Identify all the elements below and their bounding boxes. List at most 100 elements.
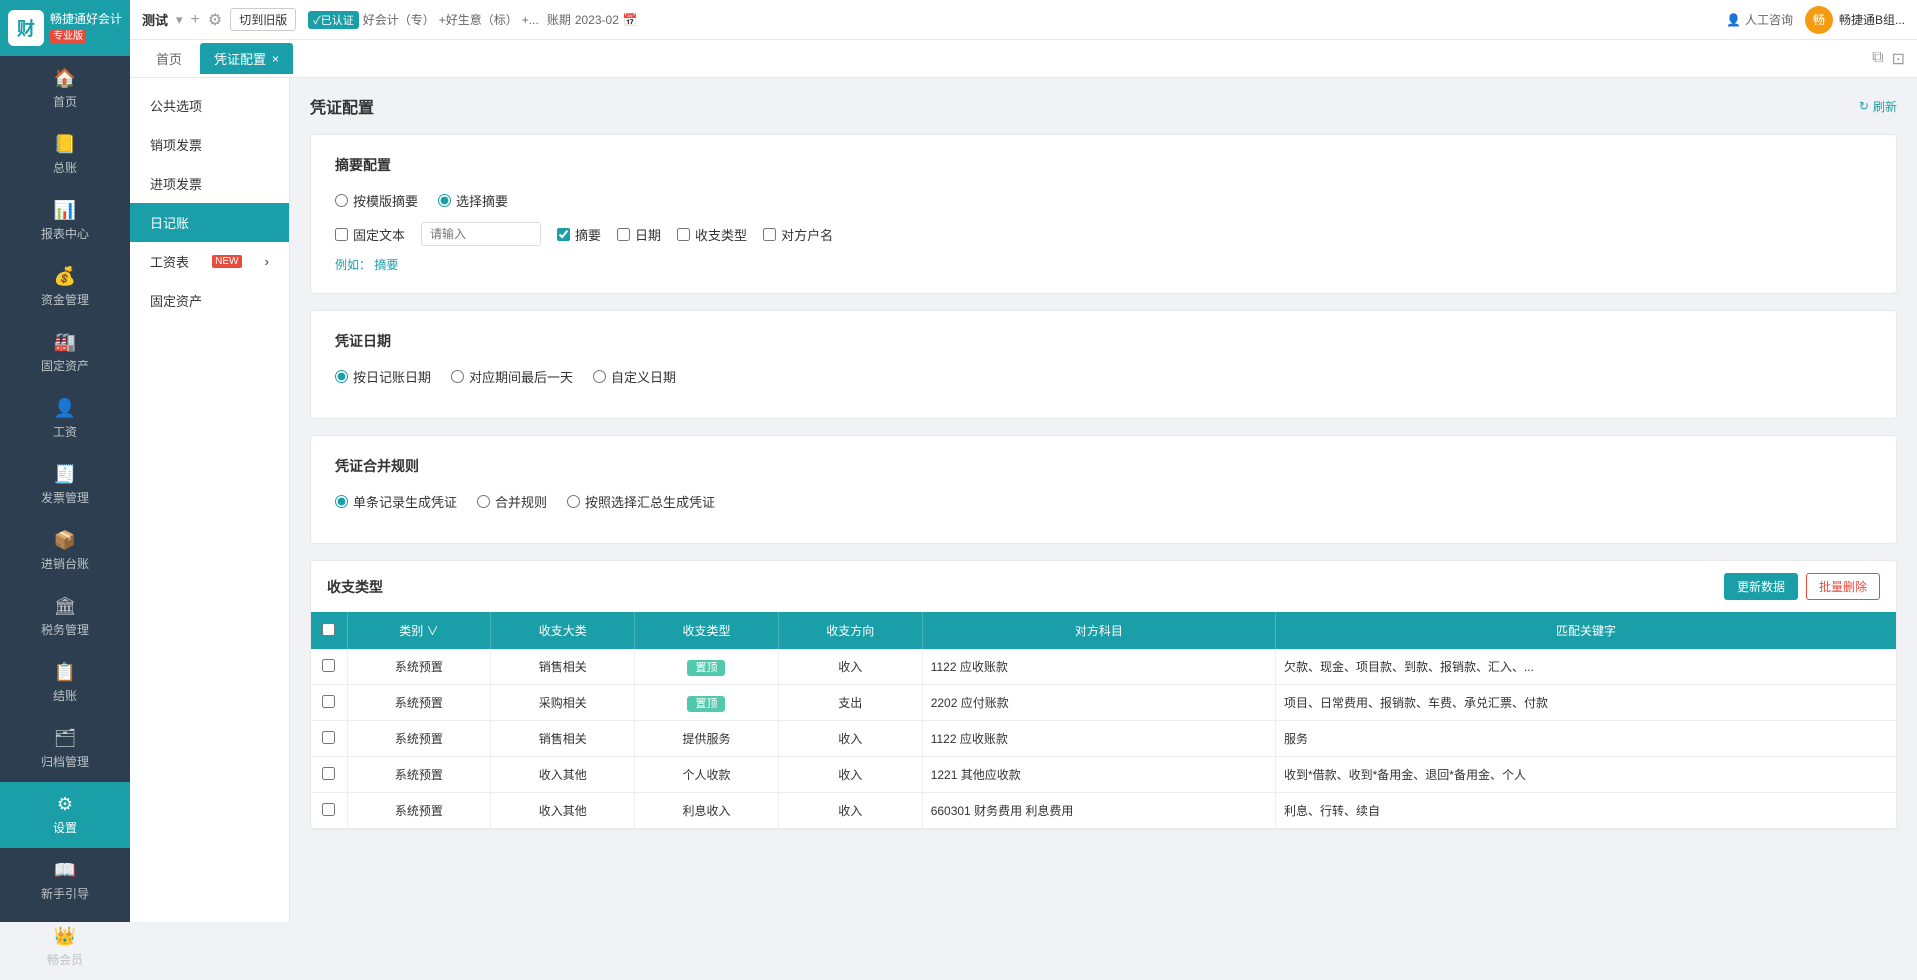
sidebar-item-首页[interactable]: 🏠首页 <box>0 56 130 122</box>
badge-more: +... <box>522 13 539 27</box>
row-subject: 2202 应付账款 <box>922 685 1275 721</box>
row-keywords: 利息、行转、续自 <box>1275 793 1896 829</box>
refresh-button[interactable]: ↻ 刷新 <box>1859 98 1897 115</box>
badge-product1: 好会计（专） <box>363 11 435 28</box>
period-value: 2023-02 <box>575 13 619 27</box>
page-header: 凭证配置 ↻ 刷新 <box>310 94 1897 118</box>
left-nav-item-进项发票[interactable]: 进项发票 <box>130 164 289 203</box>
sidebar-icon: 📦 <box>54 530 76 551</box>
summary-radio-select[interactable]: 选择摘要 <box>438 191 508 210</box>
calendar-icon[interactable]: 📅 <box>623 13 638 27</box>
consult-label: 人工咨询 <box>1745 11 1793 28</box>
row-checkbox[interactable] <box>311 685 347 721</box>
topbar-add-button[interactable]: + <box>191 11 200 29</box>
switch-version-button[interactable]: 切到旧版 <box>230 8 296 31</box>
left-nav-item-公共选项[interactable]: 公共选项 <box>130 86 289 125</box>
sidebar-icon: 👑 <box>54 926 76 947</box>
example-link[interactable]: 摘要 <box>374 258 398 272</box>
sidebar-item-进销台账[interactable]: 📦 进销台账 <box>0 518 130 584</box>
row-category: 系统预置 <box>347 757 491 793</box>
consult-button[interactable]: 👤 人工咨询 <box>1726 11 1793 28</box>
sidebar-item-发票管理[interactable]: 🧾发票管理 <box>0 452 130 518</box>
table-row: 系统预置 收入其他 个人收款 收入 1221 其他应收款 收到*借款、收到*备用… <box>311 757 1896 793</box>
sidebar-item-归档管理[interactable]: 🗂归档管理 <box>0 716 130 782</box>
topbar-company: 测试 <box>142 10 168 29</box>
top-badge[interactable]: 置顶 <box>687 696 725 712</box>
fixed-text-input[interactable] <box>421 222 541 246</box>
sidebar-icon: 🏛 <box>54 596 77 617</box>
tab-voucher-config[interactable]: 凭证配置 × <box>200 43 293 74</box>
summary-section-title: 摘要配置 <box>335 155 1872 175</box>
left-nav-item-日记账[interactable]: 日记账 <box>130 203 289 242</box>
row-direction: 支出 <box>778 685 922 721</box>
left-nav-item-销项发票[interactable]: 销项发票 <box>130 125 289 164</box>
summary-checkbox-group: 固定文本 摘要 日期 收支类型 <box>335 222 1872 246</box>
sidebar-item-设置[interactable]: ⚙设置 <box>0 782 130 848</box>
user-menu[interactable]: 畅 畅捷通B组... <box>1805 6 1905 34</box>
sidebar-item-工资[interactable]: 👤工资 <box>0 386 130 452</box>
row-main-type: 收入其他 <box>491 757 635 793</box>
merge-radio-rule[interactable]: 合并规则 <box>477 492 547 511</box>
topbar-dropdown-arrow[interactable]: ▾ <box>176 12 183 28</box>
left-nav-label: 销项发票 <box>150 135 202 154</box>
window-restore-icon[interactable]: ⧉ <box>1872 49 1883 69</box>
username-label: 畅捷通B组... <box>1839 11 1905 28</box>
sidebar-label: 发票管理 <box>41 489 89 506</box>
merge-radio-single[interactable]: 单条记录生成凭证 <box>335 492 457 511</box>
tab-window-controls: ⧉ ⊡ <box>1872 49 1905 69</box>
income-table-wrapper: 类别 ∨ 收支大类 收支类型 收支方向 对方科目 匹配关键字 系统预置 销售相关… <box>311 612 1896 829</box>
date-radio-custom[interactable]: 自定义日期 <box>593 367 676 386</box>
sidebar-label: 固定资产 <box>41 357 89 374</box>
row-checkbox[interactable] <box>311 721 347 757</box>
left-nav-item-固定资产[interactable]: 固定资产 <box>130 281 289 320</box>
tabs-row: 首页 凭证配置 × ⧉ ⊡ <box>130 40 1917 78</box>
left-nav-item-工资表[interactable]: 工资表NEW› <box>130 242 289 281</box>
row-category: 系统预置 <box>347 685 491 721</box>
table-row: 系统预置 收入其他 利息收入 收入 660301 财务费用 利息费用 利息、行转… <box>311 793 1896 829</box>
sidebar-label: 进销台账 <box>41 555 89 572</box>
user-avatar: 畅 <box>1805 6 1833 34</box>
sidebar-item-新手引导[interactable]: 📖新手引导 <box>0 848 130 914</box>
col-category: 类别 ∨ <box>347 612 491 649</box>
checkbox-counterpart[interactable]: 对方户名 <box>763 225 833 244</box>
sidebar-item-畅会员[interactable]: 👑畅会员 <box>0 914 130 980</box>
row-checkbox[interactable] <box>311 757 347 793</box>
col-select-all[interactable] <box>311 612 347 649</box>
date-radio-journal[interactable]: 按日记账日期 <box>335 367 431 386</box>
sidebar-label: 新手引导 <box>41 885 89 902</box>
sidebar-icon: 📊 <box>54 200 76 221</box>
tab-home[interactable]: 首页 <box>142 43 196 74</box>
sidebar-item-税务管理[interactable]: 🏛税务管理 <box>0 584 130 650</box>
refresh-icon: ↻ <box>1859 99 1869 113</box>
checkbox-fixed-text[interactable]: 固定文本 <box>335 225 405 244</box>
window-maximize-icon[interactable]: ⊡ <box>1892 49 1905 69</box>
batch-delete-button[interactable]: 批量删除 <box>1806 573 1880 600</box>
row-checkbox[interactable] <box>311 793 347 829</box>
sidebar-item-固定资产[interactable]: 🏭固定资产 <box>0 320 130 386</box>
period-label: 账期 <box>547 11 571 28</box>
checkbox-summary[interactable]: 摘要 <box>557 225 601 244</box>
date-radio-last-day[interactable]: 对应期间最后一天 <box>451 367 573 386</box>
page-title: 凭证配置 <box>310 94 374 118</box>
checkbox-income-type[interactable]: 收支类型 <box>677 225 747 244</box>
row-checkbox[interactable] <box>311 649 347 685</box>
sidebar-item-总账[interactable]: 📒总账 <box>0 122 130 188</box>
badge-product2: +好生意（标） <box>439 11 518 28</box>
topbar-settings-icon[interactable]: ⚙ <box>208 10 222 30</box>
summary-radio-template[interactable]: 按模版摘要 <box>335 191 418 210</box>
sidebar-label: 工资 <box>53 423 77 440</box>
sidebar-item-报表中心[interactable]: 📊报表中心 <box>0 188 130 254</box>
table-row: 系统预置 采购相关 置顶 支出 2202 应付账款 项目、日常费用、报销款、车费… <box>311 685 1896 721</box>
sidebar-item-结账[interactable]: 📋结账 <box>0 650 130 716</box>
sidebar-item-资金管理[interactable]: 💰资金管理 <box>0 254 130 320</box>
badge-certified: ✓已认证 <box>308 11 359 29</box>
top-badge[interactable]: 置顶 <box>687 660 725 676</box>
col-sub-type: 收支类型 <box>635 612 779 649</box>
merge-radio-summary[interactable]: 按照选择汇总生成凭证 <box>567 492 715 511</box>
topbar-badges: ✓已认证 好会计（专） +好生意（标） +... <box>308 11 539 29</box>
tab-close-icon[interactable]: × <box>272 52 279 66</box>
row-sub-type: 提供服务 <box>635 721 779 757</box>
checkbox-date[interactable]: 日期 <box>617 225 661 244</box>
update-data-button[interactable]: 更新数据 <box>1724 573 1798 600</box>
voucher-date-section: 凭证日期 按日记账日期 对应期间最后一天 自定义日期 <box>310 310 1897 419</box>
